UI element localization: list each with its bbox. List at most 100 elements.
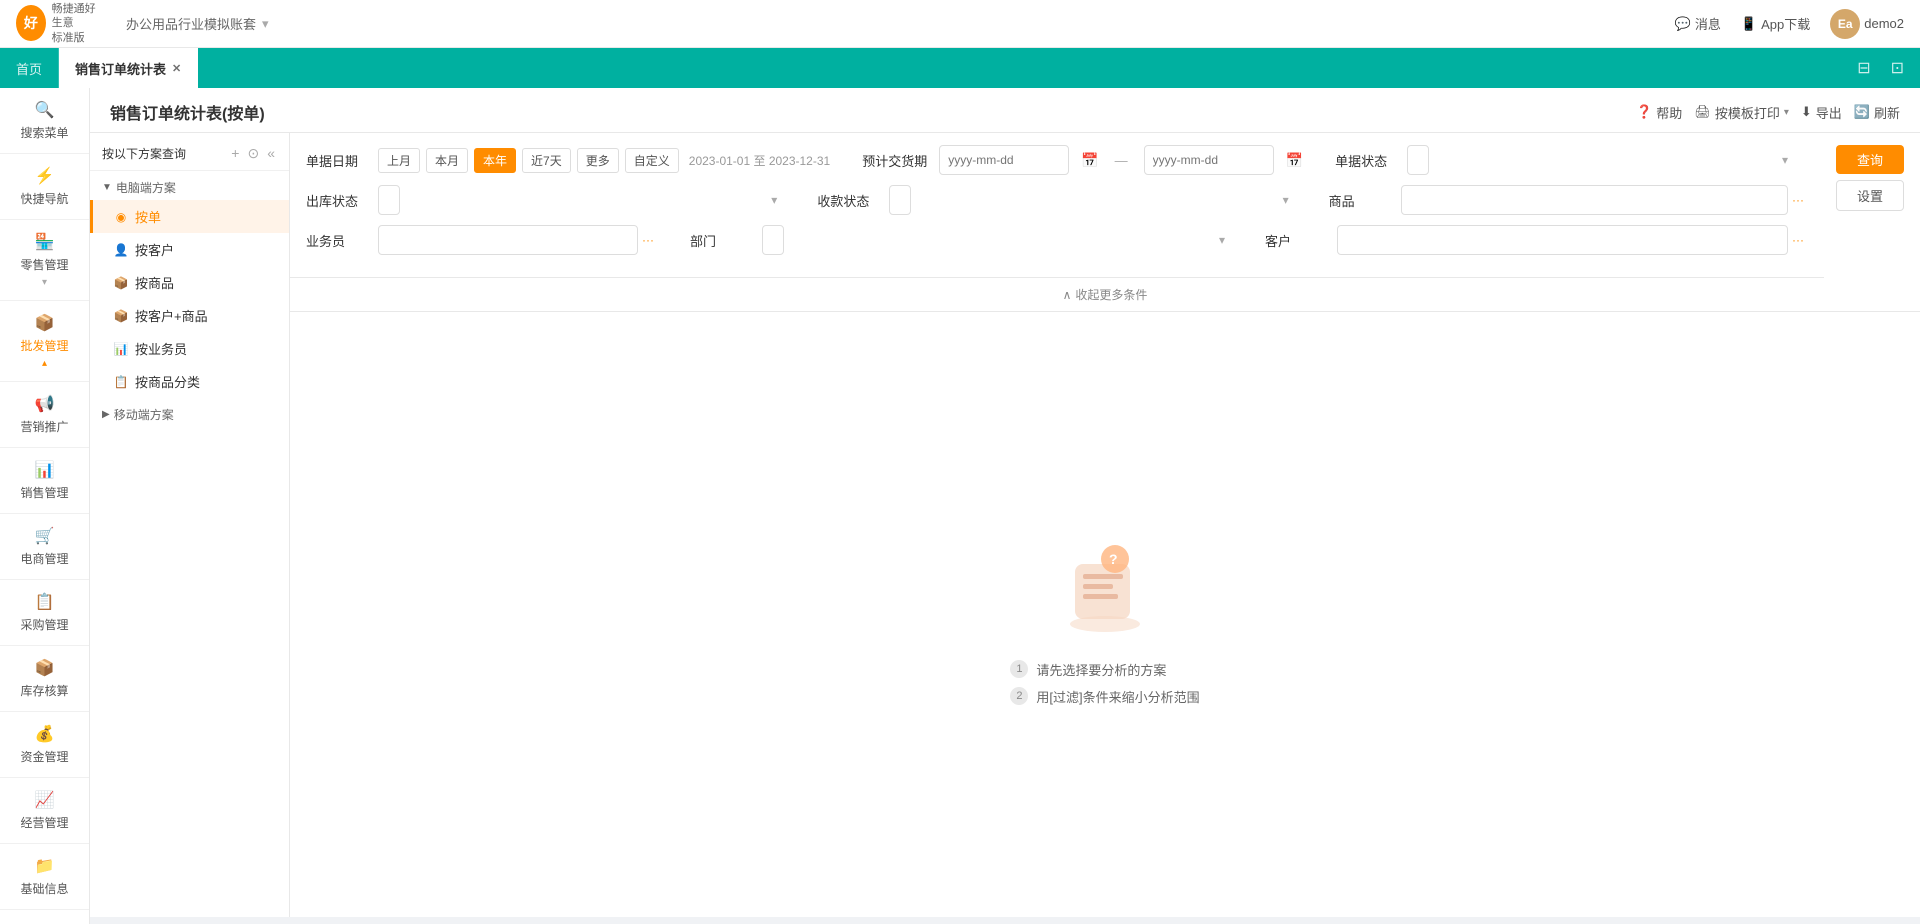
add-scheme-icon[interactable]: + — [229, 143, 241, 164]
empty-tips: 1 请先选择要分析的方案 2 用[过滤]条件来缩小分析范围 — [1010, 660, 1199, 706]
sidebar-item-ecommerce[interactable]: 🛒 电商管理 — [0, 514, 89, 580]
salesman-more-icon[interactable]: ··· — [638, 233, 658, 247]
search-icon: 🔍 — [35, 100, 55, 120]
sales-icon: 📊 — [35, 460, 55, 480]
reset-btn[interactable]: 设置 — [1836, 180, 1904, 211]
tab-sales-order-report[interactable]: 销售订单统计表 ✕ — [59, 48, 198, 88]
goods-label: 商品 — [1329, 191, 1389, 210]
scheme-item-by-customer-goods[interactable]: 📦 按客户+商品 — [90, 299, 289, 332]
sidebar-item-basic-info[interactable]: 📁 基础信息 — [0, 844, 89, 910]
sidebar-item-wholesale[interactable]: 📦 批发管理 ▴ — [0, 301, 89, 382]
collapse-bar[interactable]: ∧ 收起更多条件 — [290, 278, 1920, 312]
customer-input-wrap: ··· — [1337, 225, 1808, 255]
user-menu[interactable]: Ea demo2 — [1830, 9, 1904, 39]
status-select[interactable] — [1407, 145, 1429, 175]
tab-minimize-btn[interactable]: ⊟ — [1849, 54, 1878, 82]
tab-home[interactable]: 首页 — [0, 48, 59, 88]
goods-more-icon[interactable]: ··· — [1788, 193, 1808, 207]
date-btn-custom[interactable]: 自定义 — [625, 148, 679, 173]
refresh-scheme-icon[interactable]: ⊙ — [245, 143, 261, 164]
scheme-panel-icons: + ⊙ « — [229, 143, 277, 164]
scheme-item-by-customer[interactable]: 👤 按客户 — [90, 233, 289, 266]
date-btn-last-month[interactable]: 上月 — [378, 148, 420, 173]
department-label: 部门 — [690, 231, 750, 250]
help-btn[interactable]: ❓ 帮助 — [1636, 103, 1682, 122]
logo: 好 畅捷通好生意 标准版 — [16, 2, 106, 45]
inventory-icon: 📦 — [35, 658, 55, 678]
date-range-display: 2023-01-01 至 2023-12-31 — [689, 152, 830, 169]
tip-num-1: 1 — [1010, 660, 1028, 678]
scheme-item-by-order[interactable]: ◉ 按单 — [90, 200, 289, 233]
two-panel: 按以下方案查询 + ⊙ « ▼ 电脑端方案 ◉ 按单 — [90, 133, 1920, 917]
filter-fields: 单据日期 上月 本月 本年 近7天 更多 自定义 2023-01-01 至 20… — [290, 133, 1824, 278]
basic-info-icon: 📁 — [35, 856, 55, 876]
app-download-btn[interactable]: 📱 App下载 — [1741, 14, 1810, 33]
avatar: Ea — [1830, 9, 1860, 39]
cal-icon-start[interactable]: 📅 — [1081, 152, 1098, 169]
sidebar-item-quick-nav[interactable]: ⚡ 快捷导航 — [0, 154, 89, 220]
app-title[interactable]: 办公用品行业模拟账套 ▾ — [106, 14, 1675, 33]
tab-close-icon[interactable]: ✕ — [172, 62, 181, 75]
customer-more-icon[interactable]: ··· — [1788, 233, 1808, 247]
page-title: 销售订单统计表(按单) — [110, 100, 265, 124]
sidebar-item-sales[interactable]: 📊 销售管理 — [0, 448, 89, 514]
message-btn[interactable]: 💬 消息 — [1675, 14, 1721, 33]
template-print-btn[interactable]: 🖨 按模板打印 ▾ — [1694, 103, 1789, 122]
sidebar-item-marketing[interactable]: 📢 营销推广 — [0, 382, 89, 448]
customer-input[interactable] — [1337, 225, 1788, 255]
refresh-btn[interactable]: 🔄 刷新 — [1854, 103, 1900, 122]
date-label: 单据日期 — [306, 151, 366, 170]
scheme-category-mobile[interactable]: ▶ 移动端方案 — [90, 398, 289, 427]
sidebar-item-purchase[interactable]: 📋 采购管理 — [0, 580, 89, 646]
scheme-panel: 按以下方案查询 + ⊙ « ▼ 电脑端方案 ◉ 按单 — [90, 133, 290, 917]
goods-input[interactable] — [1401, 185, 1788, 215]
export-icon: ⬇ — [1801, 104, 1812, 120]
help-icon: ❓ — [1636, 104, 1652, 120]
date-btn-more[interactable]: 更多 — [577, 148, 619, 173]
by-category-icon: 📋 — [113, 374, 129, 390]
tab-maximize-btn[interactable]: ⊡ — [1883, 54, 1912, 82]
salesman-input[interactable] — [378, 225, 638, 255]
print-icon: 🖨 — [1694, 104, 1711, 120]
search-btn[interactable]: 查询 — [1836, 145, 1904, 174]
by-salesman-icon: 📊 — [113, 341, 129, 357]
export-btn[interactable]: ⬇ 导出 — [1801, 103, 1842, 122]
content-area: 销售订单统计表(按单) ❓ 帮助 🖨 按模板打印 ▾ ⬇ 导出 🔄 刷新 — [90, 88, 1920, 924]
salesman-label: 业务员 — [306, 231, 366, 250]
logo-icon: 好 — [16, 5, 46, 41]
receive-status-select[interactable] — [889, 185, 911, 215]
wholesale-icon: 📦 — [35, 313, 55, 333]
date-btn-this-year[interactable]: 本年 — [474, 148, 516, 173]
predicted-date-start-input[interactable] — [939, 145, 1069, 175]
empty-tip-2: 2 用[过滤]条件来缩小分析范围 — [1010, 687, 1199, 706]
filter-panel: 单据日期 上月 本月 本年 近7天 更多 自定义 2023-01-01 至 20… — [290, 133, 1920, 917]
sidebar-item-search[interactable]: 🔍 搜索菜单 — [0, 88, 89, 154]
date-btn-this-month[interactable]: 本月 — [426, 148, 468, 173]
svg-text:?: ? — [1109, 551, 1118, 567]
wholesale-arrow-icon: ▴ — [42, 358, 47, 369]
scheme-item-by-category[interactable]: 📋 按商品分类 — [90, 365, 289, 398]
sidebar-item-operations[interactable]: 📈 经营管理 — [0, 778, 89, 844]
department-select[interactable] — [762, 225, 784, 255]
operations-icon: 📈 — [35, 790, 55, 810]
status-select-wrap — [1407, 145, 1796, 175]
status-label: 单据状态 — [1335, 151, 1395, 170]
predicted-date-label: 预计交货期 — [862, 151, 927, 170]
collapse-scheme-icon[interactable]: « — [265, 143, 277, 164]
sidebar-item-finance[interactable]: 💰 资金管理 — [0, 712, 89, 778]
date-btn-7days[interactable]: 近7天 — [522, 148, 571, 173]
title-dropdown-icon[interactable]: ▾ — [262, 16, 269, 32]
sidebar-item-retail[interactable]: 🏪 零售管理 ▾ — [0, 220, 89, 301]
predicted-date-end-input[interactable] — [1144, 145, 1274, 175]
scheme-item-by-goods[interactable]: 📦 按商品 — [90, 266, 289, 299]
date-separator: — — [1115, 153, 1128, 168]
cal-icon-end[interactable]: 📅 — [1286, 152, 1303, 169]
page-header-actions: ❓ 帮助 🖨 按模板打印 ▾ ⬇ 导出 🔄 刷新 — [1636, 103, 1900, 122]
scheme-category-pc[interactable]: ▼ 电脑端方案 — [90, 171, 289, 200]
filter-row-1: 单据日期 上月 本月 本年 近7天 更多 自定义 2023-01-01 至 20… — [290, 133, 1824, 278]
top-bar: 好 畅捷通好生意 标准版 办公用品行业模拟账套 ▾ 💬 消息 📱 App下载 E… — [0, 0, 1920, 48]
sidebar-item-inventory[interactable]: 📦 库存核算 — [0, 646, 89, 712]
out-status-select[interactable] — [378, 185, 400, 215]
scheme-item-by-salesman[interactable]: 📊 按业务员 — [90, 332, 289, 365]
sidebar-item-system[interactable]: ⚙ 系统管理 — [0, 910, 89, 924]
